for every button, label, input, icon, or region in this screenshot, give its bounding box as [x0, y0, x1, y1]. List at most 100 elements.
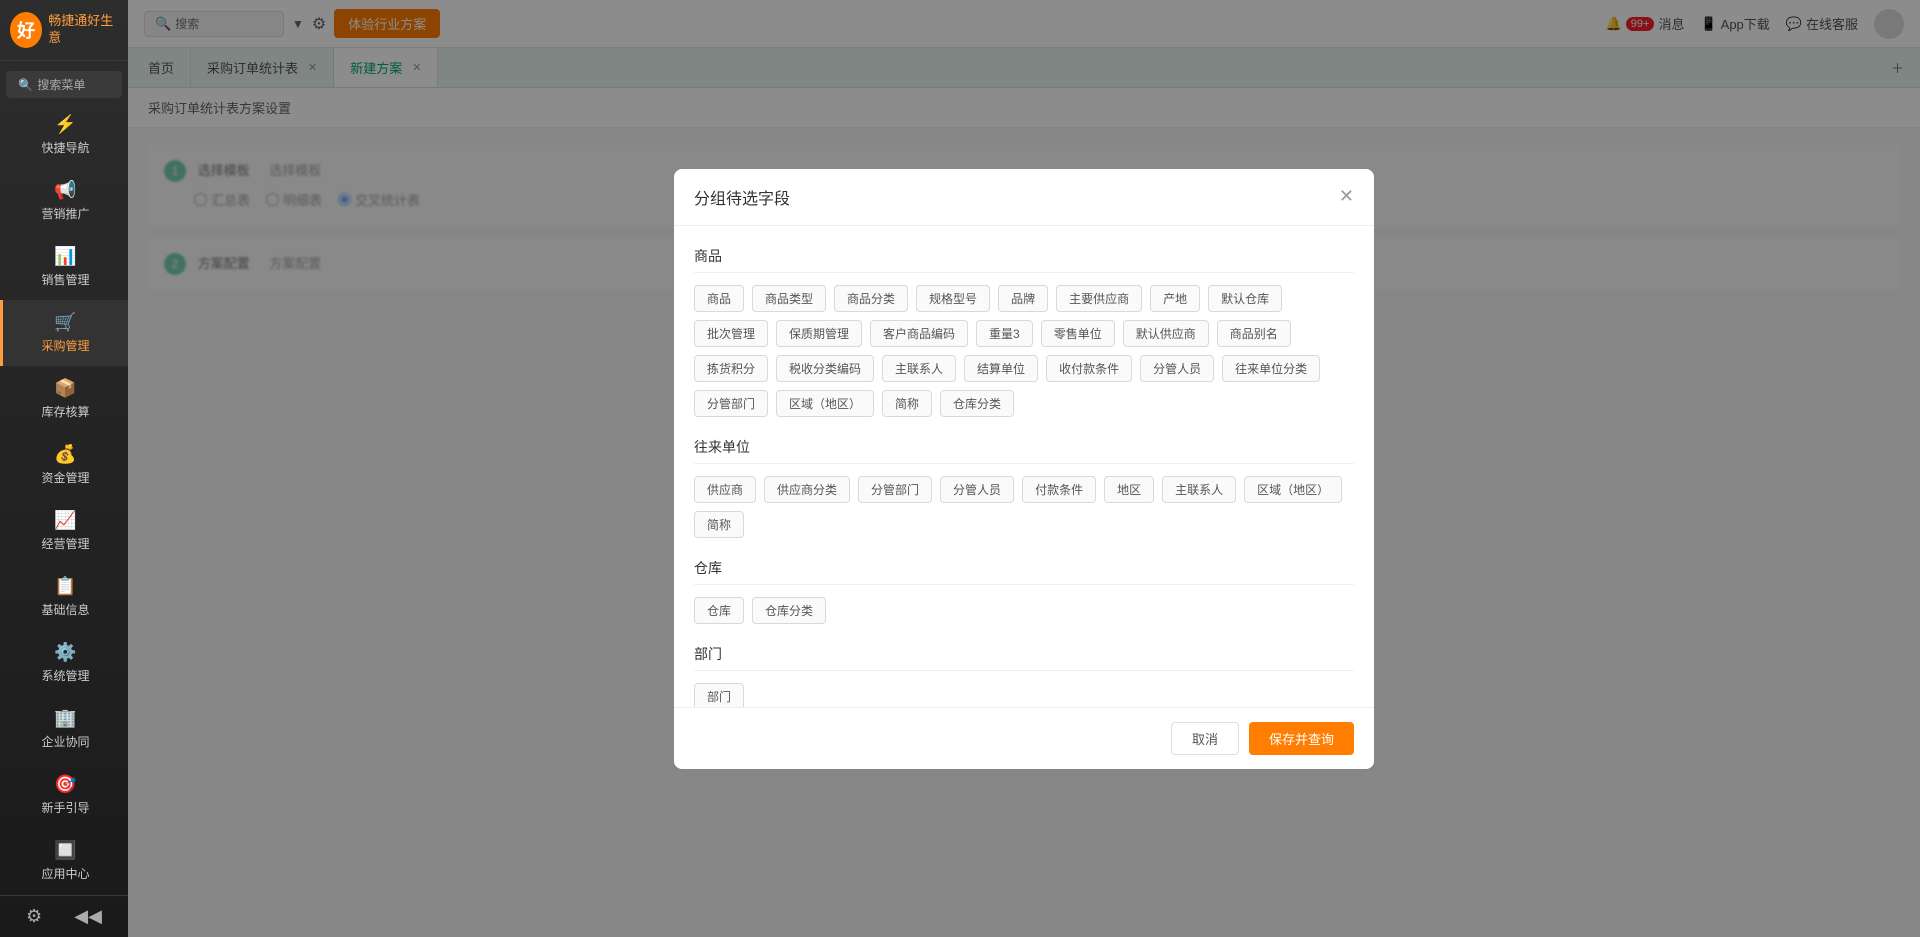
finance-icon: 💰 — [54, 444, 76, 465]
sidebar-item-system[interactable]: ⚙️ 系统管理 — [0, 630, 128, 696]
sidebar-item-label: 基础信息 — [41, 601, 89, 618]
sidebar-item-label: 新手引导 — [41, 799, 89, 816]
operations-icon: 📈 — [54, 510, 76, 531]
save-button[interactable]: 保存并查询 — [1249, 722, 1354, 755]
modal-overlay: 分组待选字段 ✕ 商品 商品 商品类型 商品分类 规格型号 品牌 主要供应商 产… — [128, 0, 1920, 937]
tag-brand[interactable]: 品牌 — [998, 285, 1048, 312]
section-warehouse-tags: 仓库 仓库分类 — [694, 597, 1354, 624]
tag-packing-points[interactable]: 拣货积分 — [694, 355, 768, 382]
sidebar-nav: ⚡ 快捷导航 📢 营销推广 📊 销售管理 🛒 采购管理 📦 库存核算 💰 资金管… — [0, 102, 128, 895]
sidebar-item-finance[interactable]: 💰 资金管理 — [0, 432, 128, 498]
tag-batch-mgmt[interactable]: 批次管理 — [694, 320, 768, 347]
sidebar-item-label: 快捷导航 — [41, 139, 89, 156]
tag-prev-unit-category[interactable]: 往来单位分类 — [1222, 355, 1320, 382]
tag-wh[interactable]: 仓库 — [694, 597, 744, 624]
settings-bottom-icon[interactable]: ⚙ — [26, 906, 42, 927]
sidebar-bottom: ⚙ ◀◀ — [0, 895, 128, 937]
tag-cp-dept[interactable]: 分管部门 — [858, 476, 932, 503]
tag-pay-terms[interactable]: 付款条件 — [1022, 476, 1096, 503]
sidebar-item-label: 企业协同 — [41, 733, 89, 750]
tag-cp-region[interactable]: 区域（地区） — [1244, 476, 1342, 503]
section-product-tags: 商品 商品类型 商品分类 规格型号 品牌 主要供应商 产地 默认仓库 批次管理 … — [694, 285, 1354, 417]
tag-weight3[interactable]: 重量3 — [976, 320, 1033, 347]
purchase-icon: 🛒 — [54, 312, 76, 333]
sidebar-item-label: 应用中心 — [41, 865, 89, 882]
sidebar-item-guide[interactable]: 🎯 新手引导 — [0, 762, 128, 828]
tag-short-name[interactable]: 简称 — [882, 390, 932, 417]
tag-cp-short[interactable]: 简称 — [694, 511, 744, 538]
tag-settlement-unit[interactable]: 结算单位 — [964, 355, 1038, 382]
sidebar-item-quick-nav[interactable]: ⚡ 快捷导航 — [0, 102, 128, 168]
sidebar-item-sales[interactable]: 📊 销售管理 — [0, 234, 128, 300]
modal-dialog: 分组待选字段 ✕ 商品 商品 商品类型 商品分类 规格型号 品牌 主要供应商 产… — [674, 169, 1374, 769]
tag-goods-type[interactable]: 商品类型 — [752, 285, 826, 312]
tag-spec-type[interactable]: 规格型号 — [916, 285, 990, 312]
modal-close-btn[interactable]: ✕ — [1339, 186, 1354, 207]
sidebar-item-label: 资金管理 — [41, 469, 89, 486]
sidebar-search[interactable]: 🔍 搜索菜单 — [6, 71, 121, 98]
tag-supplier-category[interactable]: 供应商分类 — [764, 476, 850, 503]
sidebar-item-apps[interactable]: 🔲 应用中心 — [0, 828, 128, 894]
sidebar-logo: 好 畅捷通好生意 — [0, 0, 128, 61]
volume-bottom-icon[interactable]: ◀◀ — [74, 906, 102, 927]
tag-goods[interactable]: 商品 — [694, 285, 744, 312]
cancel-button[interactable]: 取消 — [1171, 722, 1239, 755]
search-icon: 🔍 — [18, 78, 33, 92]
section-department-tags: 部门 — [694, 683, 1354, 707]
logo-icon: 好 — [10, 12, 42, 48]
tag-manager[interactable]: 分管人员 — [1140, 355, 1214, 382]
inventory-icon: 📦 — [54, 378, 76, 399]
tag-main-contact[interactable]: 主联系人 — [882, 355, 956, 382]
sidebar-item-label: 系统管理 — [41, 667, 89, 684]
sidebar-item-label: 库存核算 — [41, 403, 89, 420]
sidebar-item-label: 经营管理 — [41, 535, 89, 552]
tag-retail-unit[interactable]: 零售单位 — [1041, 320, 1115, 347]
section-department-title: 部门 — [694, 644, 1354, 671]
tag-cp-contact[interactable]: 主联系人 — [1162, 476, 1236, 503]
tag-quality-mgmt[interactable]: 保质期管理 — [776, 320, 862, 347]
tag-tax-code[interactable]: 税收分类编码 — [776, 355, 874, 382]
search-label: 搜索菜单 — [37, 76, 85, 93]
tag-goods-alias[interactable]: 商品别名 — [1217, 320, 1291, 347]
tag-dept[interactable]: 部门 — [694, 683, 744, 707]
tag-dept-manage[interactable]: 分管部门 — [694, 390, 768, 417]
sidebar-item-inventory[interactable]: 📦 库存核算 — [0, 366, 128, 432]
tag-default-warehouse[interactable]: 默认仓库 — [1208, 285, 1282, 312]
enterprise-icon: 🏢 — [54, 708, 76, 729]
tag-main-supplier[interactable]: 主要供应商 — [1056, 285, 1142, 312]
tag-default-supplier[interactable]: 默认供应商 — [1123, 320, 1209, 347]
sidebar-item-label: 销售管理 — [41, 271, 89, 288]
logo-text: 畅捷通好生意 — [48, 13, 118, 47]
sidebar-item-label: 营销推广 — [41, 205, 89, 222]
tag-goods-category[interactable]: 商品分类 — [834, 285, 908, 312]
modal-header: 分组待选字段 ✕ — [674, 169, 1374, 226]
sidebar-item-marketing[interactable]: 📢 营销推广 — [0, 168, 128, 234]
sidebar-item-purchase[interactable]: 🛒 采购管理 — [0, 300, 128, 366]
guide-icon: 🎯 — [54, 774, 76, 795]
section-counterparty: 往来单位 供应商 供应商分类 分管部门 分管人员 付款条件 地区 主联系人 区域… — [694, 437, 1354, 538]
modal-footer: 取消 保存并查询 — [674, 707, 1374, 769]
quick-nav-icon: ⚡ — [54, 114, 76, 135]
section-counterparty-title: 往来单位 — [694, 437, 1354, 464]
tag-wh-category[interactable]: 仓库分类 — [752, 597, 826, 624]
tag-customer-code[interactable]: 客户商品编码 — [870, 320, 968, 347]
tag-cp-manager[interactable]: 分管人员 — [940, 476, 1014, 503]
sidebar-item-operations[interactable]: 📈 经营管理 — [0, 498, 128, 564]
tag-payment-terms[interactable]: 收付款条件 — [1046, 355, 1132, 382]
apps-icon: 🔲 — [54, 840, 76, 861]
modal-body[interactable]: 商品 商品 商品类型 商品分类 规格型号 品牌 主要供应商 产地 默认仓库 批次… — [674, 226, 1374, 707]
tag-warehouse-category[interactable]: 仓库分类 — [940, 390, 1014, 417]
section-department: 部门 部门 — [694, 644, 1354, 707]
section-warehouse: 仓库 仓库 仓库分类 — [694, 558, 1354, 624]
section-product-title: 商品 — [694, 246, 1354, 273]
tag-area[interactable]: 地区 — [1104, 476, 1154, 503]
tag-origin[interactable]: 产地 — [1150, 285, 1200, 312]
sidebar-item-basic[interactable]: 📋 基础信息 — [0, 564, 128, 630]
section-counterparty-tags: 供应商 供应商分类 分管部门 分管人员 付款条件 地区 主联系人 区域（地区） … — [694, 476, 1354, 538]
sidebar-item-enterprise[interactable]: 🏢 企业协同 — [0, 696, 128, 762]
tag-supplier[interactable]: 供应商 — [694, 476, 756, 503]
tag-region[interactable]: 区域（地区） — [776, 390, 874, 417]
system-icon: ⚙️ — [54, 642, 76, 663]
sidebar: 好 畅捷通好生意 🔍 搜索菜单 ⚡ 快捷导航 📢 营销推广 📊 销售管理 🛒 采… — [0, 0, 128, 937]
sales-icon: 📊 — [54, 246, 76, 267]
